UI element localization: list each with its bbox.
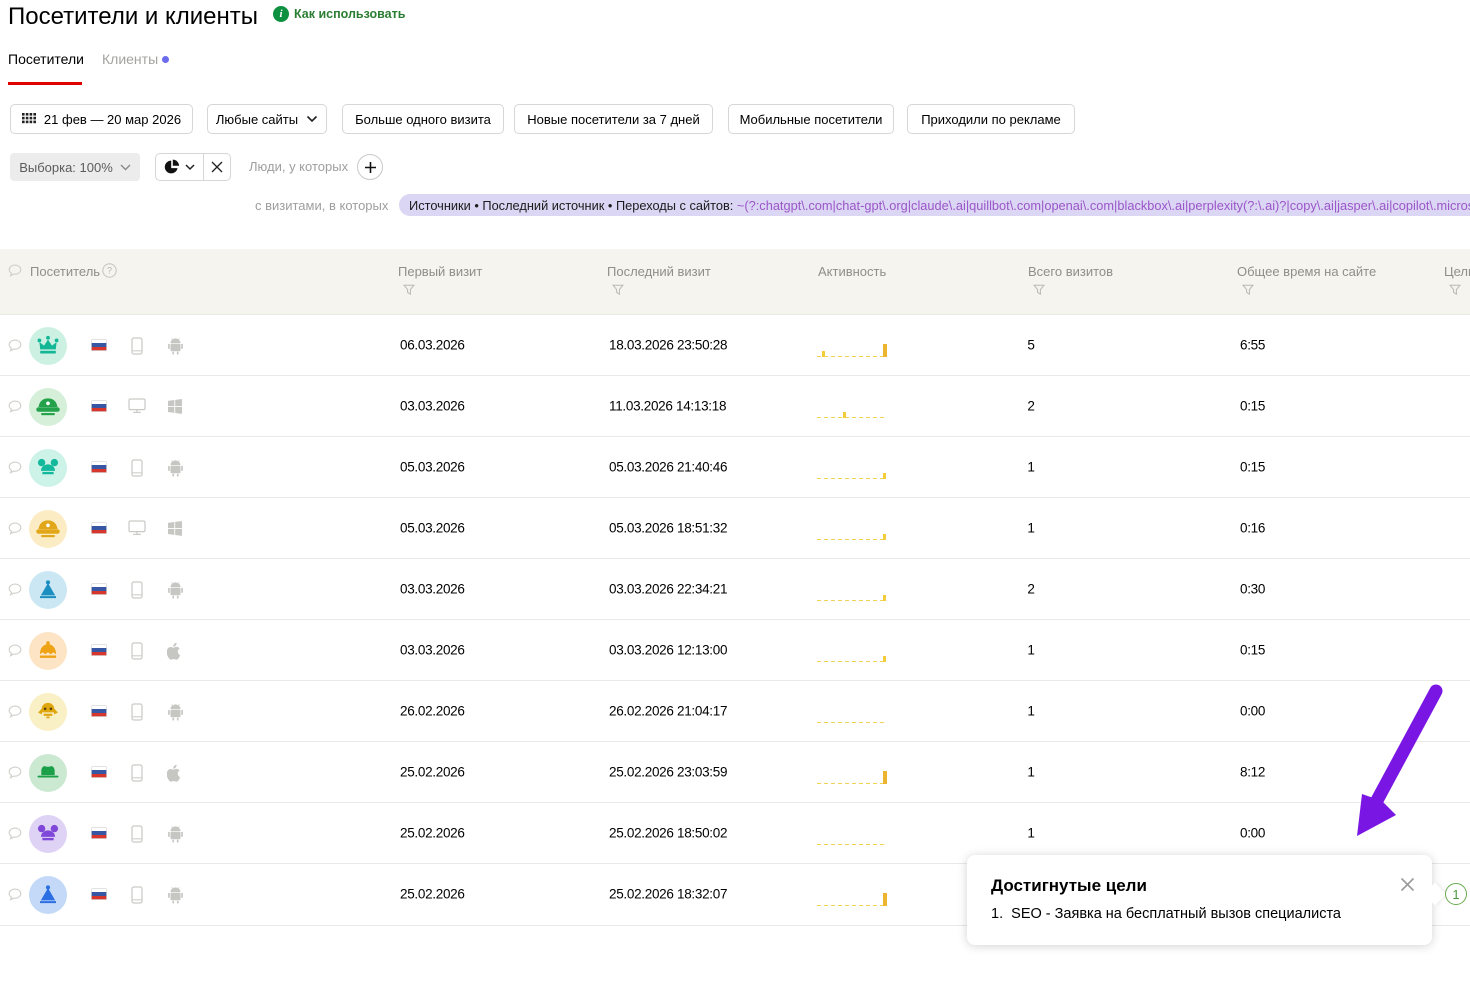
svg-text:?: ? <box>107 266 112 276</box>
